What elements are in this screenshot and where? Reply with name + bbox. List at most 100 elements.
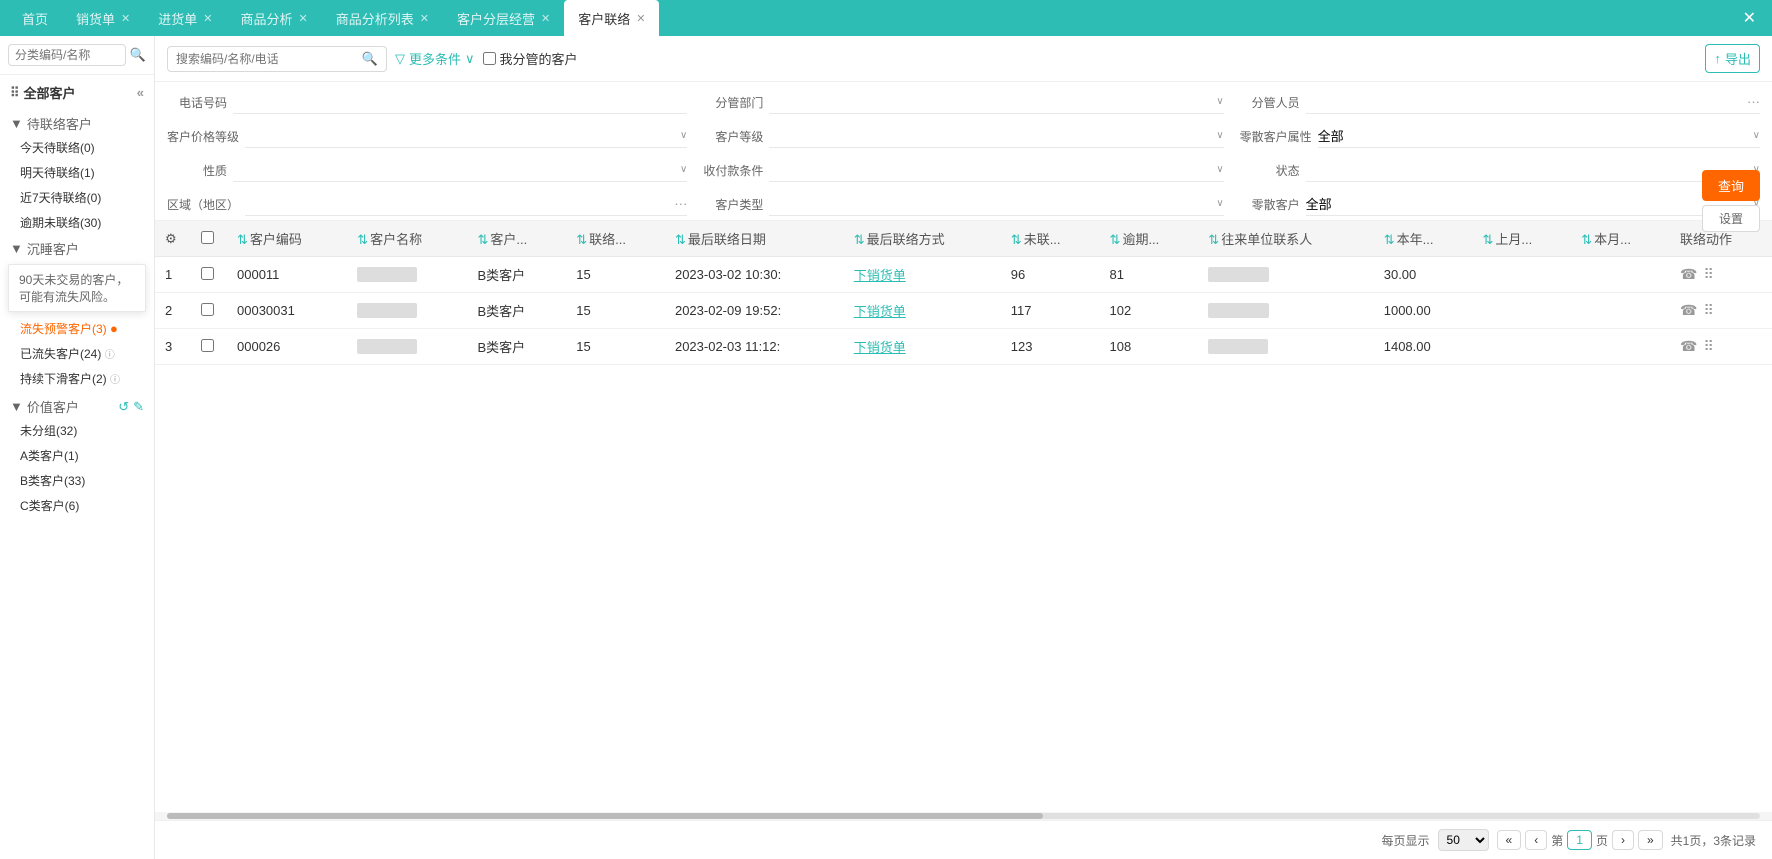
export-button[interactable]: ↑ 导出 — [1705, 44, 1760, 73]
cell-check[interactable] — [191, 329, 227, 365]
sort-thismonth-icon[interactable]: ⇅ — [1581, 232, 1592, 247]
sidebar-item-tomorrow[interactable]: 明天待联络(1) — [0, 160, 154, 185]
gear-icon[interactable]: ⚙ — [165, 231, 177, 246]
filter-nature-select[interactable]: ∨ — [233, 158, 687, 182]
filter-payment-select[interactable]: ∨ — [769, 158, 1223, 182]
row-checkbox[interactable] — [201, 303, 214, 316]
sidebar-item-b-class[interactable]: B类客户(33) — [0, 468, 154, 493]
tab-customer-layer-close[interactable]: ✕ — [541, 12, 550, 25]
filter-price-level-select[interactable]: ∨ — [245, 124, 687, 148]
sidebar-item-churn-warning[interactable]: 流失预警客户(3) ● — [0, 316, 154, 341]
chevron-type-icon: ∨ — [1216, 198, 1223, 209]
sidebar-item-declining[interactable]: 持续下滑客户(2) ⓘ — [0, 366, 154, 391]
sort-nocontact-icon[interactable]: ⇅ — [1011, 232, 1022, 247]
filter-person-input[interactable]: ··· — [1306, 90, 1760, 114]
cell-check[interactable] — [191, 293, 227, 329]
cell-check[interactable] — [191, 257, 227, 293]
close-all-button[interactable]: ✕ — [1735, 8, 1764, 28]
last-way-link[interactable]: 下销货单 — [854, 268, 906, 283]
horizontal-scrollbar[interactable] — [155, 812, 1772, 820]
sidebar-group-pending[interactable]: ▼ 待联络客户 — [0, 110, 154, 135]
cell-last-way[interactable]: 下销货单 — [844, 329, 1001, 365]
cell-last-way[interactable]: 下销货单 — [844, 293, 1001, 329]
next-page-btn[interactable]: › — [1612, 830, 1634, 850]
my-customers-checkbox[interactable] — [483, 52, 496, 65]
filter-retail-attr-select[interactable]: 全部 ∨ — [1318, 124, 1760, 148]
contact-icon[interactable]: ☎ — [1680, 338, 1697, 355]
last-page-btn[interactable]: » — [1638, 830, 1663, 850]
sidebar-item-7days[interactable]: 近7天待联络(0) — [0, 185, 154, 210]
cell-overdue: 102 — [1100, 293, 1199, 329]
settings-button[interactable]: 设置 — [1702, 205, 1760, 232]
sidebar-group-dormant[interactable]: ▼ 沉睡客户 — [0, 235, 154, 260]
search-submit-icon[interactable]: 🔍 — [362, 51, 378, 67]
more-region-icon[interactable]: ··· — [674, 196, 687, 211]
sort-type-icon[interactable]: ⇅ — [477, 232, 488, 247]
filter-phone-input[interactable] — [233, 90, 687, 114]
sidebar-item-a-class[interactable]: A类客户(1) — [0, 443, 154, 468]
th-last-month: ⇅上月... — [1472, 221, 1571, 257]
sort-date-icon[interactable]: ⇅ — [675, 232, 686, 247]
tab-sales-close[interactable]: ✕ — [121, 12, 130, 25]
scrollbar-thumb[interactable] — [167, 813, 1043, 819]
tab-analysis-close[interactable]: ✕ — [299, 12, 308, 25]
prev-page-btn[interactable]: ‹ — [1525, 830, 1547, 850]
cell-person: ██ ███... — [1198, 257, 1373, 293]
sidebar-item-churned[interactable]: 已流失客户(24) ⓘ — [0, 341, 154, 366]
tab-customer-contact-close[interactable]: ✕ — [636, 12, 645, 25]
filter-dept-select[interactable]: ∨ — [769, 90, 1223, 114]
filter-retail-select[interactable]: 全部 ∨ — [1306, 192, 1760, 216]
sidebar-item-today[interactable]: 今天待联络(0) — [0, 135, 154, 160]
last-way-link[interactable]: 下销货单 — [854, 304, 906, 319]
tab-analysis-list-close[interactable]: ✕ — [420, 12, 429, 25]
sidebar-item-ungroup[interactable]: 未分组(32) — [0, 418, 154, 443]
row-checkbox[interactable] — [201, 267, 214, 280]
more-icon[interactable]: ··· — [1747, 94, 1760, 109]
th-no-contact: ⇅未联... — [1001, 221, 1100, 257]
cell-last-way[interactable]: 下销货单 — [844, 257, 1001, 293]
sort-way-icon[interactable]: ⇅ — [854, 232, 865, 247]
sort-name-icon[interactable]: ⇅ — [357, 232, 368, 247]
tab-analysis-list[interactable]: 商品分析列表 ✕ — [322, 0, 443, 36]
sort-person-icon[interactable]: ⇅ — [1208, 232, 1219, 247]
contact-icon[interactable]: ☎ — [1680, 266, 1697, 283]
more-conditions-btn[interactable]: ▽ 更多条件 ∨ — [395, 49, 475, 68]
contact-icon[interactable]: ☎ — [1680, 302, 1697, 319]
edit-icon[interactable]: ✎ — [133, 399, 144, 415]
search-input[interactable] — [176, 52, 358, 66]
collapse-icon[interactable]: « — [137, 85, 144, 100]
last-way-link[interactable]: 下销货单 — [854, 340, 906, 355]
scrollbar-track[interactable] — [167, 813, 1760, 819]
sidebar-search-input[interactable] — [8, 44, 126, 66]
sidebar-item-c-class[interactable]: C类客户(6) — [0, 493, 154, 518]
tab-purchase-close[interactable]: ✕ — [203, 12, 212, 25]
tab-analysis[interactable]: 商品分析 ✕ — [226, 0, 321, 36]
sort-code-icon[interactable]: ⇅ — [237, 232, 248, 247]
tab-customer-contact[interactable]: 客户联络 ✕ — [564, 0, 659, 36]
my-customers-checkbox-label[interactable]: 我分管的客户 — [483, 49, 578, 68]
sidebar-all-customers[interactable]: ⠿ 全部客户 « — [0, 75, 154, 110]
sidebar-item-overdue[interactable]: 逾期未联络(30) — [0, 210, 154, 235]
sort-contact-icon[interactable]: ⇅ — [576, 232, 587, 247]
more-actions-icon[interactable]: ⠿ — [1703, 302, 1713, 319]
filter-customer-level-select[interactable]: ∨ — [769, 124, 1223, 148]
first-page-btn[interactable]: « — [1497, 830, 1522, 850]
filter-customer-type-select[interactable]: ∨ — [769, 192, 1223, 216]
row-checkbox[interactable] — [201, 339, 214, 352]
tab-home[interactable]: 首页 — [8, 0, 62, 36]
tab-sales[interactable]: 销货单 ✕ — [62, 0, 144, 36]
per-page-select[interactable]: 50 100 — [1438, 829, 1489, 851]
select-all-checkbox[interactable] — [201, 231, 214, 244]
more-actions-icon[interactable]: ⠿ — [1703, 266, 1713, 283]
tab-customer-layer[interactable]: 客户分层经营 ✕ — [443, 0, 564, 36]
filter-status-select[interactable]: ∨ — [1306, 158, 1760, 182]
refresh-icon[interactable]: ↺ — [118, 399, 129, 415]
sort-lastmonth-icon[interactable]: ⇅ — [1482, 232, 1493, 247]
more-actions-icon[interactable]: ⠿ — [1703, 338, 1713, 355]
query-button[interactable]: 查询 — [1702, 170, 1760, 201]
sort-overdue-icon[interactable]: ⇅ — [1110, 232, 1121, 247]
filter-region-select[interactable]: ··· — [245, 192, 687, 216]
tab-purchase[interactable]: 进货单 ✕ — [144, 0, 226, 36]
cell-no: 1 — [155, 257, 191, 293]
sort-year-icon[interactable]: ⇅ — [1384, 232, 1395, 247]
